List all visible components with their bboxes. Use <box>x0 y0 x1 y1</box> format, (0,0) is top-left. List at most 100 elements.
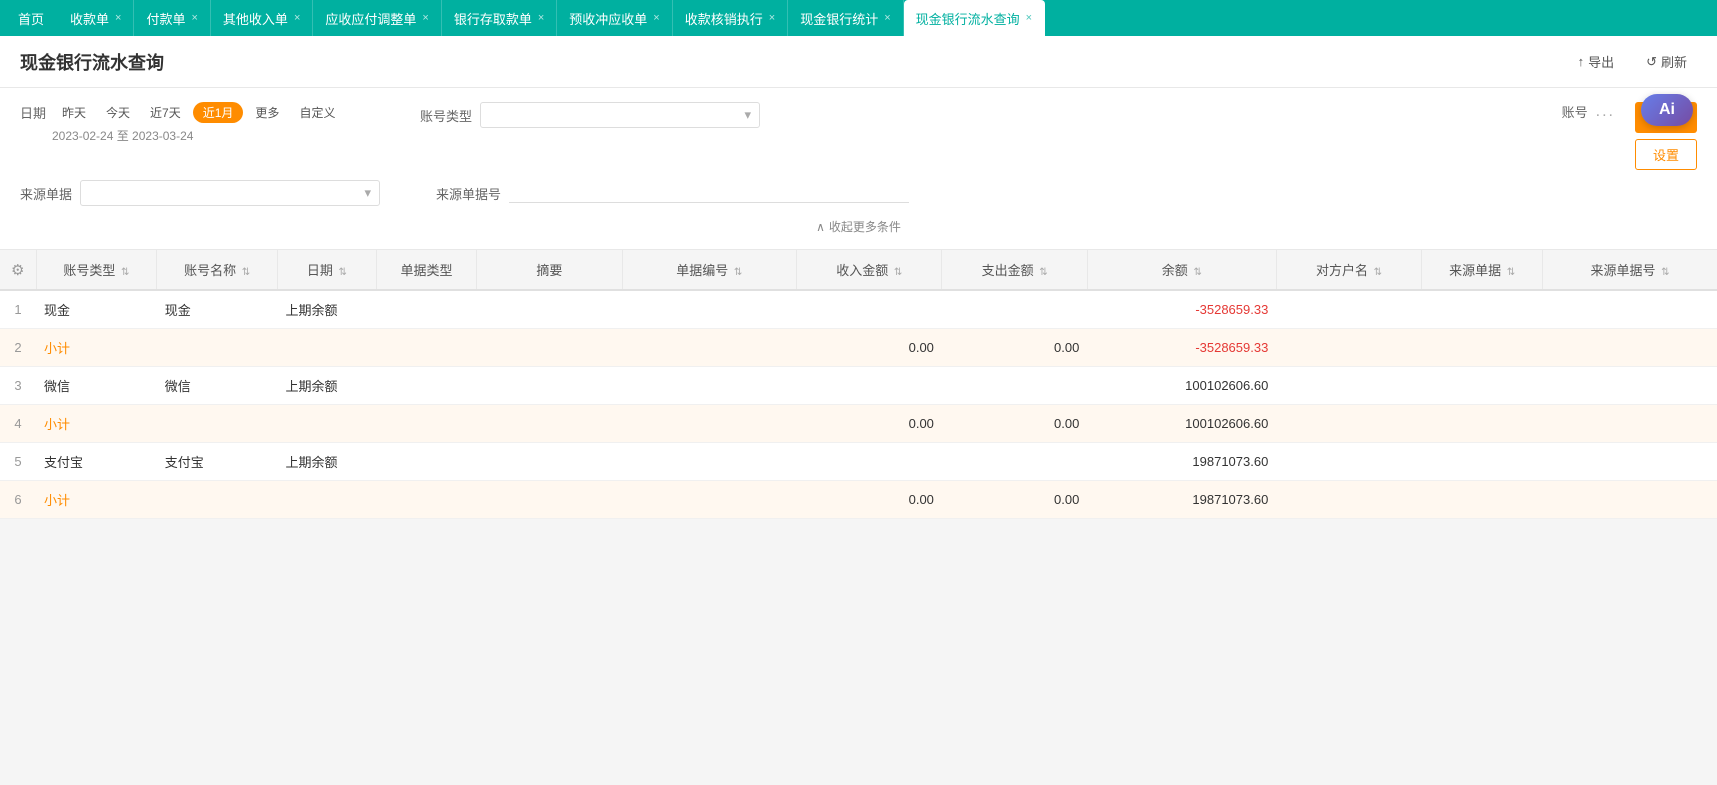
row-expense: 0.00 <box>942 481 1087 519</box>
row-balance: -3528659.33 <box>1087 329 1276 367</box>
sort-icon: ⇅ <box>242 267 250 278</box>
source-doc-no-input[interactable] <box>513 185 905 200</box>
row-account-type: 现金 <box>36 290 157 329</box>
refresh-icon: ↺ <box>1646 54 1657 70</box>
nav-tab-5[interactable]: 预收冲应收单 × <box>557 0 672 36</box>
nav-tab-7[interactable]: 现金银行统计 × <box>788 0 903 36</box>
col-counterpart[interactable]: 对方户名 ⇅ <box>1276 250 1421 290</box>
row-number: 1 <box>0 290 36 329</box>
row-number: 3 <box>0 367 36 405</box>
close-icon[interactable]: × <box>294 12 300 24</box>
row-number: 6 <box>0 481 36 519</box>
table-row: 6 小计 0.00 0.00 19871073.60 <box>0 481 1717 519</box>
col-doc-no[interactable]: 单据编号 ⇅ <box>622 250 796 290</box>
date-filter-label: 日期 <box>20 103 46 122</box>
main-table: ⚙ 账号类型 ⇅ 账号名称 ⇅ 日期 ⇅ 单据类型 摘要 <box>0 250 1717 519</box>
col-doc-type[interactable]: 单据类型 <box>376 250 476 290</box>
page-title: 现金银行流水查询 <box>20 49 164 75</box>
top-navigation: 首页 收款单 × 付款单 × 其他收入单 × 应收应付调整单 × 银行存取款单 … <box>0 0 1717 36</box>
nav-tab-2[interactable]: 其他收入单 × <box>211 0 313 36</box>
close-icon[interactable]: × <box>769 12 775 24</box>
date-btn-1month[interactable]: 近1月 <box>193 102 244 123</box>
row-balance: 100102606.60 <box>1087 405 1276 443</box>
col-income[interactable]: 收入金额 ⇅ <box>797 250 942 290</box>
table-row: 1 现金 现金 上期余额 -3528659.33 <box>0 290 1717 329</box>
account-ellipsis-button[interactable]: ... <box>1596 103 1615 121</box>
row-doc-no <box>622 367 796 405</box>
nav-home[interactable]: 首页 <box>4 9 58 28</box>
close-icon[interactable]: × <box>422 12 428 24</box>
row-date <box>277 481 376 519</box>
sort-icon: ⇅ <box>121 267 129 278</box>
source-doc-select[interactable]: ▾ <box>80 180 380 206</box>
close-icon[interactable]: × <box>538 12 544 24</box>
nav-tab-8[interactable]: 现金银行流水查询 × <box>904 0 1045 36</box>
sort-icon: ⇅ <box>1374 267 1382 278</box>
row-source-doc <box>1422 481 1543 519</box>
row-counterpart <box>1276 290 1421 329</box>
refresh-button[interactable]: ↺ 刷新 <box>1636 48 1697 75</box>
table-container: ⚙ 账号类型 ⇅ 账号名称 ⇅ 日期 ⇅ 单据类型 摘要 <box>0 250 1717 519</box>
col-account-name[interactable]: 账号名称 ⇅ <box>157 250 278 290</box>
source-doc-label: 来源单据 <box>20 184 72 203</box>
nav-tab-1[interactable]: 付款单 × <box>134 0 210 36</box>
ai-assistant-button[interactable]: Ai <box>1641 94 1693 126</box>
date-options: ⚙ 昨天 今天 近7天 近1月 更多 自定义 <box>54 102 343 123</box>
gear-icon[interactable]: ⚙ <box>11 262 24 279</box>
nav-tab-0[interactable]: 收款单 × <box>58 0 134 36</box>
table-row: 3 微信 微信 上期余额 100102606.60 <box>0 367 1717 405</box>
nav-tab-4[interactable]: 银行存取款单 × <box>442 0 557 36</box>
row-counterpart <box>1276 443 1421 481</box>
date-btn-custom[interactable]: 自定义 <box>291 102 343 123</box>
col-balance[interactable]: 余额 ⇅ <box>1087 250 1276 290</box>
row-counterpart <box>1276 405 1421 443</box>
close-icon[interactable]: × <box>1026 12 1032 24</box>
row-doc-type <box>376 367 476 405</box>
row-account-type: 小计 <box>36 481 157 519</box>
close-icon[interactable]: × <box>191 12 197 24</box>
collapse-more-button[interactable]: ∧ 收起更多条件 <box>20 214 1697 239</box>
account-type-select[interactable]: ▾ <box>480 102 760 128</box>
date-btn-7days[interactable]: 近7天 <box>142 102 189 123</box>
close-icon[interactable]: × <box>115 12 121 24</box>
col-date[interactable]: 日期 ⇅ <box>277 250 376 290</box>
row-expense: 0.00 <box>942 405 1087 443</box>
col-source-doc-no[interactable]: 来源单据号 ⇅ <box>1542 250 1717 290</box>
col-gear[interactable]: ⚙ <box>0 250 36 290</box>
row-source-doc <box>1422 329 1543 367</box>
date-btn-yesterday[interactable]: 昨天 <box>54 102 94 123</box>
row-source-doc-no <box>1542 290 1717 329</box>
export-button[interactable]: ↑ 导出 <box>1568 48 1625 75</box>
row-summary <box>477 329 622 367</box>
row-source-doc <box>1422 405 1543 443</box>
table-row: 5 支付宝 支付宝 上期余额 19871073.60 <box>0 443 1717 481</box>
row-source-doc-no <box>1542 481 1717 519</box>
row-doc-type <box>376 443 476 481</box>
row-doc-no <box>622 329 796 367</box>
chevron-down-icon: ▾ <box>744 107 751 123</box>
row-expense: 0.00 <box>942 329 1087 367</box>
row-doc-type <box>376 405 476 443</box>
nav-tab-6[interactable]: 收款核销执行 × <box>673 0 788 36</box>
col-account-type[interactable]: 账号类型 ⇅ <box>36 250 157 290</box>
row-counterpart <box>1276 329 1421 367</box>
col-summary[interactable]: 摘要 <box>477 250 622 290</box>
row-source-doc-no <box>1542 443 1717 481</box>
close-icon[interactable]: × <box>653 12 659 24</box>
settings-button[interactable]: 设置 <box>1635 139 1697 170</box>
date-btn-more[interactable]: 更多 <box>247 102 287 123</box>
row-doc-no <box>622 481 796 519</box>
date-btn-today[interactable]: 今天 <box>98 102 138 123</box>
close-icon[interactable]: × <box>884 12 890 24</box>
row-source-doc-no <box>1542 367 1717 405</box>
table-header-row: ⚙ 账号类型 ⇅ 账号名称 ⇅ 日期 ⇅ 单据类型 摘要 <box>0 250 1717 290</box>
row-summary <box>477 481 622 519</box>
nav-tab-3[interactable]: 应收应付调整单 × <box>313 0 441 36</box>
col-source-doc[interactable]: 来源单据 ⇅ <box>1422 250 1543 290</box>
row-account-name <box>157 405 278 443</box>
row-summary <box>477 367 622 405</box>
sort-icon: ⇅ <box>1507 267 1515 278</box>
header-actions: ↑ 导出 ↺ 刷新 <box>1568 48 1697 75</box>
col-expense[interactable]: 支出金额 ⇅ <box>942 250 1087 290</box>
account-label: 账号 <box>1562 102 1588 121</box>
